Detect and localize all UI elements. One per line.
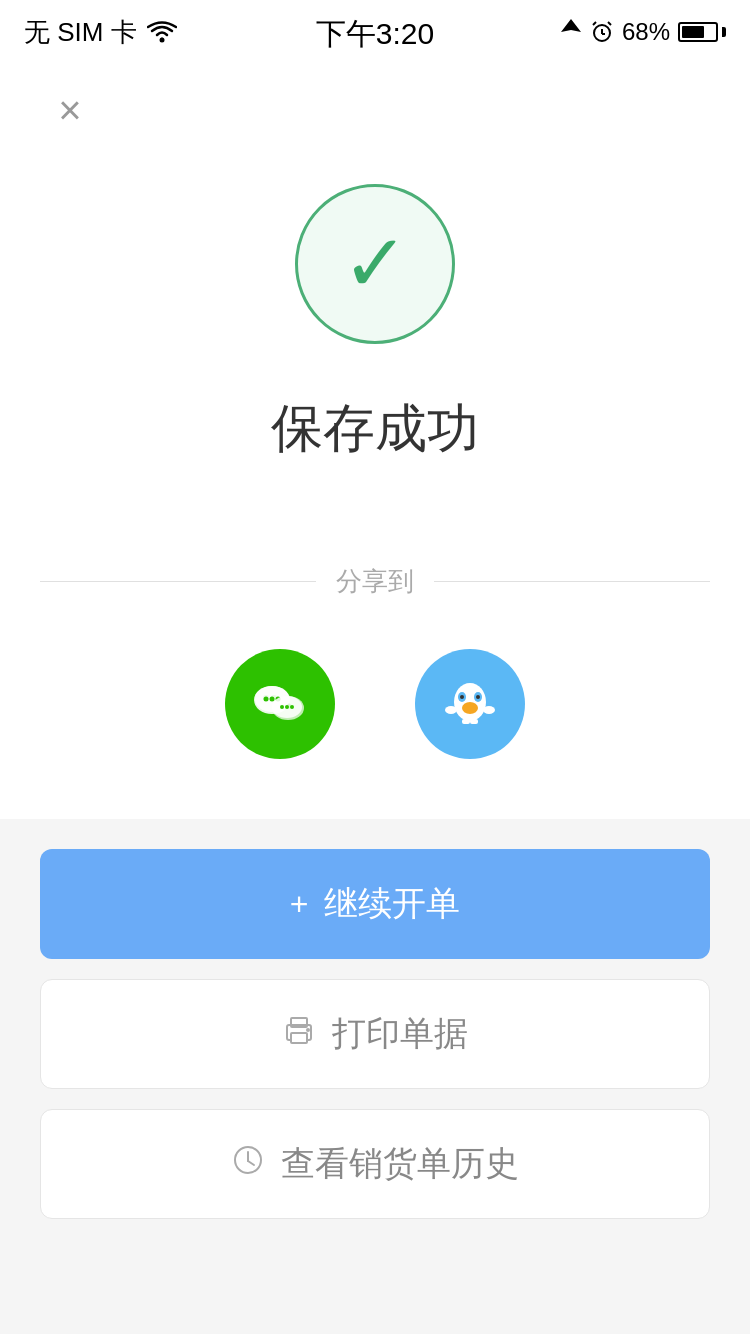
share-label: 分享到	[316, 564, 434, 599]
location-icon	[560, 19, 582, 45]
svg-point-0	[159, 38, 164, 43]
wifi-icon	[147, 21, 177, 43]
print-label: 打印单据	[332, 1011, 468, 1057]
main-content: × ✓ 保存成功 分享到	[0, 64, 750, 819]
printer-icon	[282, 1013, 316, 1055]
svg-rect-26	[462, 719, 470, 724]
share-section: 分享到	[0, 564, 750, 819]
svg-point-18	[285, 705, 289, 709]
clock-icon	[231, 1143, 265, 1185]
carrier-label: 无 SIM 卡	[24, 15, 137, 50]
history-button[interactable]: 查看销货单历史	[40, 1109, 710, 1219]
svg-rect-32	[291, 1033, 307, 1043]
success-section: ✓ 保存成功	[0, 64, 750, 564]
alarm-icon	[590, 20, 614, 44]
continue-button[interactable]: + 继续开单	[40, 849, 710, 959]
status-right: 68%	[560, 18, 726, 46]
svg-line-36	[248, 1161, 254, 1165]
close-icon: ×	[58, 90, 81, 130]
history-label: 查看销货单历史	[281, 1141, 519, 1187]
svg-point-14	[270, 697, 275, 702]
status-bar: 无 SIM 卡 下午3:20 68%	[0, 0, 750, 64]
continue-label: 继续开单	[324, 881, 460, 927]
svg-point-13	[264, 697, 269, 702]
share-qq-button[interactable]	[415, 649, 525, 759]
status-left: 无 SIM 卡	[24, 15, 177, 50]
plus-icon: +	[290, 886, 309, 923]
svg-rect-27	[470, 719, 478, 724]
wechat-icon	[250, 674, 310, 734]
checkmark-icon: ✓	[342, 224, 409, 304]
svg-line-5	[608, 22, 611, 25]
svg-point-28	[445, 706, 457, 714]
svg-point-33	[306, 1028, 310, 1032]
success-title: 保存成功	[271, 394, 479, 464]
buttons-section: + 继续开单 打印单据 查看销货单历史	[0, 819, 750, 1219]
svg-point-17	[280, 705, 284, 709]
share-divider: 分享到	[0, 564, 750, 599]
battery-label: 68%	[622, 18, 670, 46]
share-wechat-button[interactable]	[225, 649, 335, 759]
svg-point-25	[462, 702, 478, 714]
share-icons	[0, 649, 750, 759]
status-time: 下午3:20	[316, 14, 434, 55]
svg-point-24	[476, 695, 480, 699]
success-circle: ✓	[295, 184, 455, 344]
print-button[interactable]: 打印单据	[40, 979, 710, 1089]
svg-point-29	[483, 706, 495, 714]
qq-icon	[439, 673, 501, 735]
battery-indicator	[678, 22, 726, 42]
svg-point-19	[290, 705, 294, 709]
close-button[interactable]: ×	[40, 80, 100, 140]
svg-line-4	[593, 22, 596, 25]
svg-point-23	[460, 695, 464, 699]
